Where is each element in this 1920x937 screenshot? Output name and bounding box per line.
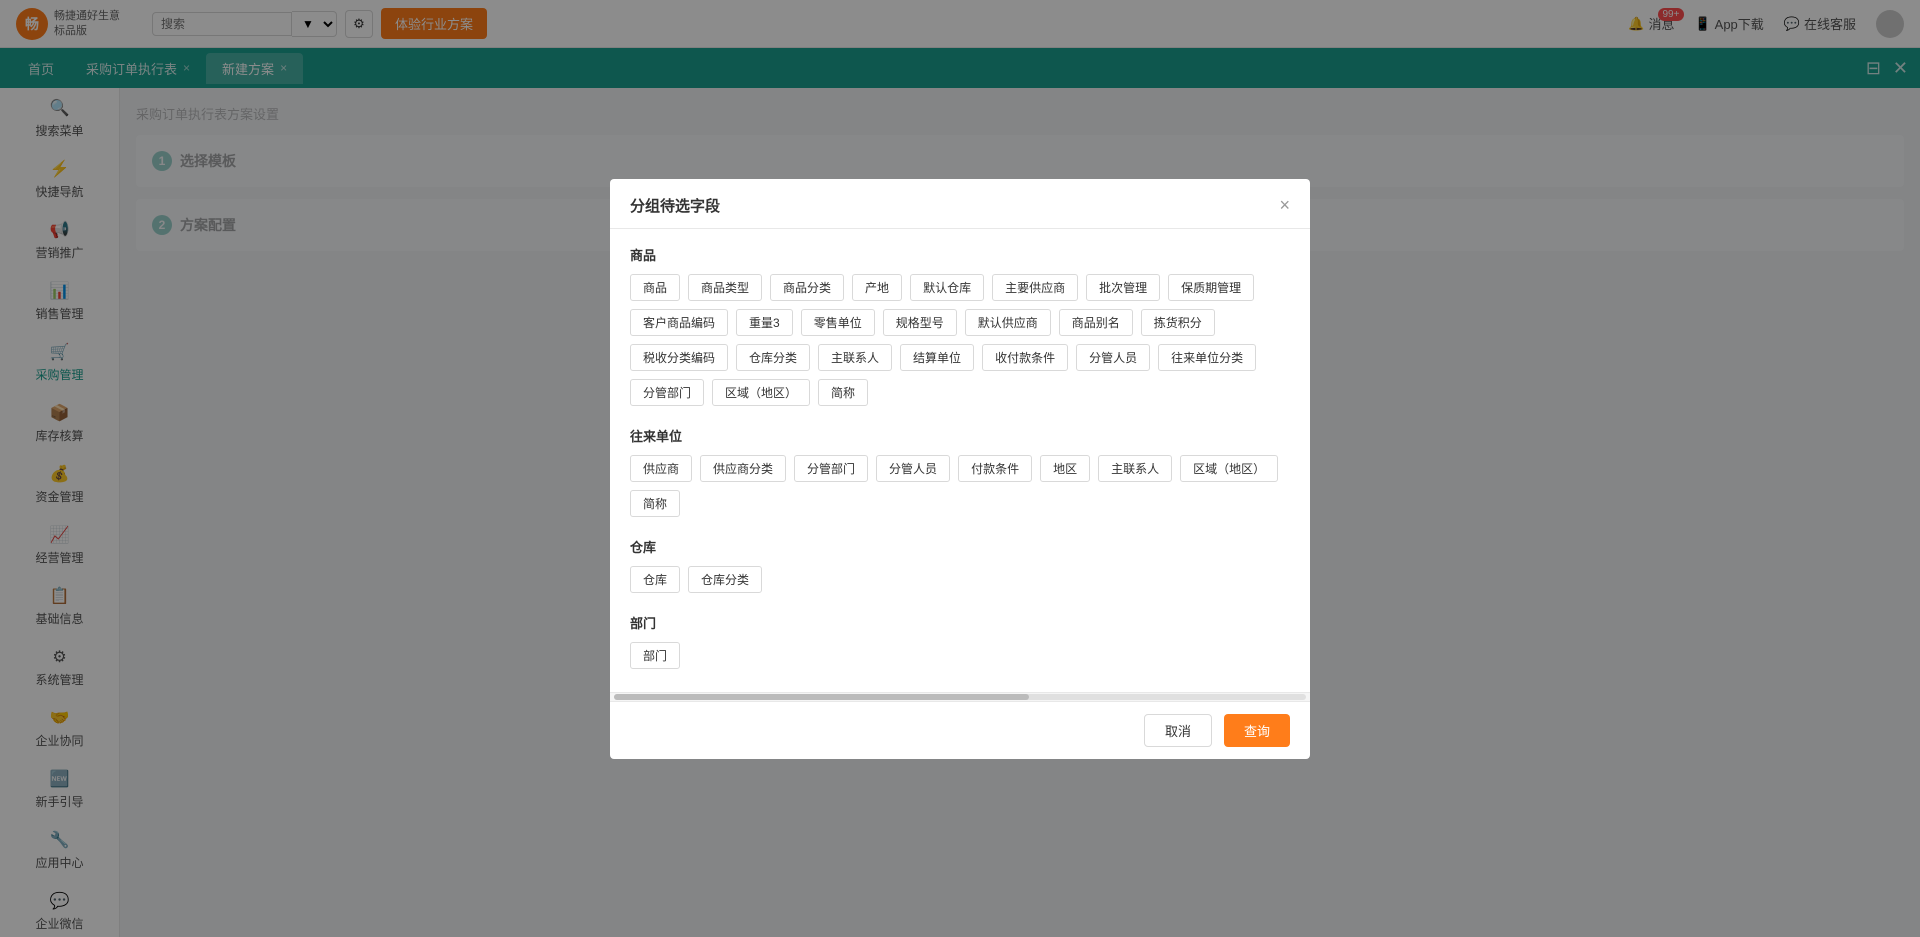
field-tag-retail-unit[interactable]: 零售单位 [801, 309, 875, 336]
field-tag-department[interactable]: 部门 [630, 642, 680, 669]
cancel-button[interactable]: 取消 [1144, 714, 1212, 747]
field-section-department-title: 部门 [630, 613, 1290, 632]
field-tag-goods-alias[interactable]: 商品别名 [1059, 309, 1133, 336]
field-tag-dept-person[interactable]: 分管人员 [876, 455, 950, 482]
modal-footer: 取消 查询 [610, 701, 1310, 759]
field-tag-goods-type[interactable]: 商品类型 [688, 274, 762, 301]
field-tag-supplier-category[interactable]: 供应商分类 [700, 455, 786, 482]
hscroll-track [614, 694, 1306, 700]
field-tag-warehouse-category[interactable]: 仓库分类 [736, 344, 810, 371]
field-tag-payment-terms[interactable]: 收付款条件 [982, 344, 1068, 371]
field-tag-origin[interactable]: 产地 [852, 274, 902, 301]
field-tag-goods[interactable]: 商品 [630, 274, 680, 301]
field-tag-default-supplier[interactable]: 默认供应商 [965, 309, 1051, 336]
field-tag-expiry-management[interactable]: 保质期管理 [1168, 274, 1254, 301]
field-tag-region2[interactable]: 区域（地区） [1180, 455, 1278, 482]
field-tag-dept-mgr[interactable]: 分管部门 [794, 455, 868, 482]
field-tag-supplier[interactable]: 供应商 [630, 455, 692, 482]
field-tags-department: 部门 [630, 642, 1290, 669]
field-tag-spec-model[interactable]: 规格型号 [883, 309, 957, 336]
field-tags-counterpart: 供应商 供应商分类 分管部门 分管人员 付款条件 地区 主联系人 区域（地区） … [630, 455, 1290, 517]
field-tag-dept-supervisor[interactable]: 分管部门 [630, 379, 704, 406]
field-tag-batch-management[interactable]: 批次管理 [1086, 274, 1160, 301]
field-section-goods: 商品 商品 商品类型 商品分类 产地 默认仓库 主要供应商 批次管理 保质期管理… [630, 245, 1290, 406]
field-section-warehouse: 仓库 仓库 仓库分类 [630, 537, 1290, 593]
modal-hscrollbar[interactable] [610, 692, 1310, 701]
field-tag-weight3[interactable]: 重量3 [736, 309, 793, 336]
field-tag-tax-code[interactable]: 税收分类编码 [630, 344, 728, 371]
field-section-counterpart-title: 往来单位 [630, 426, 1290, 445]
field-tag-customer-sku[interactable]: 客户商品编码 [630, 309, 728, 336]
field-tag-main-contact[interactable]: 主联系人 [818, 344, 892, 371]
field-tag-warehouse-cat[interactable]: 仓库分类 [688, 566, 762, 593]
field-section-department: 部门 部门 [630, 613, 1290, 669]
field-tag-goods-category[interactable]: 商品分类 [770, 274, 844, 301]
field-tag-settlement-unit[interactable]: 结算单位 [900, 344, 974, 371]
field-tag-area[interactable]: 地区 [1040, 455, 1090, 482]
field-tag-pick-points[interactable]: 拣货积分 [1141, 309, 1215, 336]
field-tag-counterpart-category[interactable]: 往来单位分类 [1158, 344, 1256, 371]
field-tag-payment-condition[interactable]: 付款条件 [958, 455, 1032, 482]
field-section-goods-title: 商品 [630, 245, 1290, 264]
modal-title: 分组待选字段 [630, 195, 720, 216]
hscroll-thumb [614, 694, 1029, 700]
field-section-warehouse-title: 仓库 [630, 537, 1290, 556]
field-tag-default-warehouse[interactable]: 默认仓库 [910, 274, 984, 301]
field-section-counterpart: 往来单位 供应商 供应商分类 分管部门 分管人员 付款条件 地区 主联系人 区域… [630, 426, 1290, 517]
field-tag-short-name2[interactable]: 简称 [630, 490, 680, 517]
field-tag-supervisor[interactable]: 分管人员 [1076, 344, 1150, 371]
modal-header: 分组待选字段 × [610, 179, 1310, 229]
field-tag-main-contact2[interactable]: 主联系人 [1098, 455, 1172, 482]
modal-overlay: 分组待选字段 × 商品 商品 商品类型 商品分类 产地 默认仓库 主要供应商 批… [0, 0, 1920, 937]
confirm-button[interactable]: 查询 [1224, 714, 1290, 747]
field-tag-short-name[interactable]: 简称 [818, 379, 868, 406]
modal-body[interactable]: 商品 商品 商品类型 商品分类 产地 默认仓库 主要供应商 批次管理 保质期管理… [610, 229, 1310, 692]
modal-close-button[interactable]: × [1279, 196, 1290, 214]
field-select-modal: 分组待选字段 × 商品 商品 商品类型 商品分类 产地 默认仓库 主要供应商 批… [610, 179, 1310, 759]
field-tags-goods: 商品 商品类型 商品分类 产地 默认仓库 主要供应商 批次管理 保质期管理 客户… [630, 274, 1290, 406]
field-tag-region[interactable]: 区域（地区） [712, 379, 810, 406]
field-tag-warehouse[interactable]: 仓库 [630, 566, 680, 593]
field-tag-main-supplier[interactable]: 主要供应商 [992, 274, 1078, 301]
field-tags-warehouse: 仓库 仓库分类 [630, 566, 1290, 593]
